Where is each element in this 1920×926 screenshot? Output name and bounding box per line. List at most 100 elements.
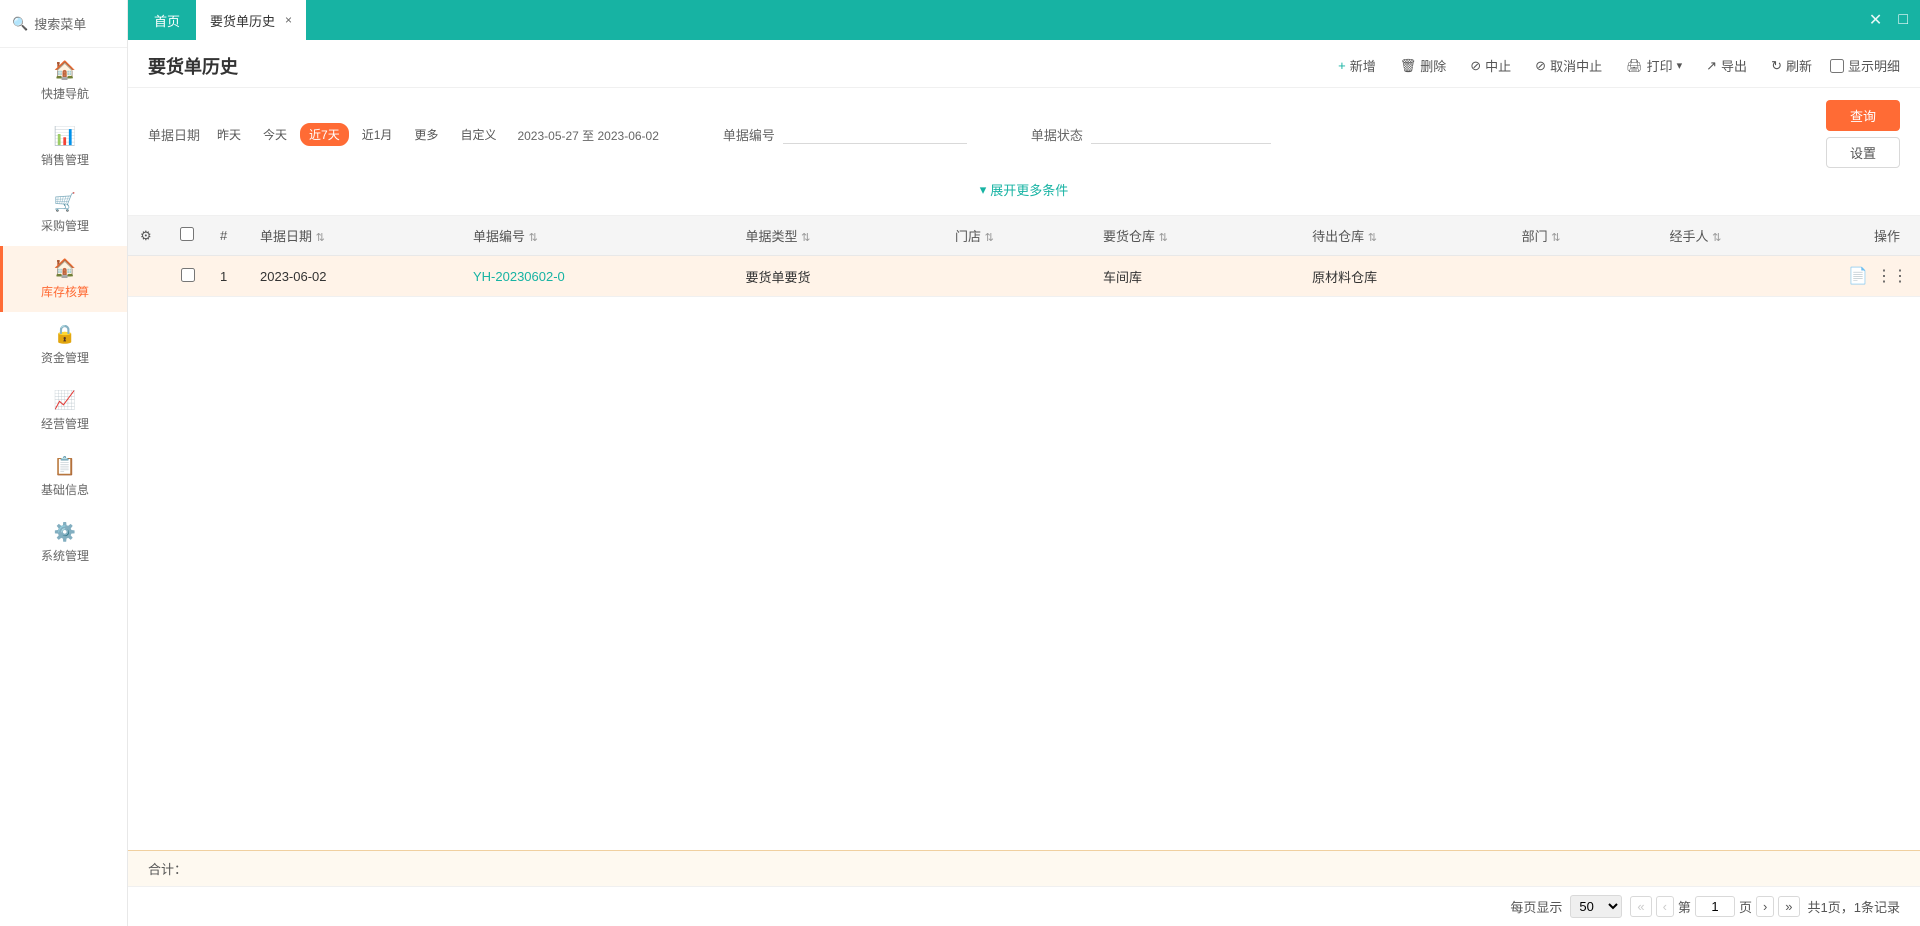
sidebar-search[interactable]: 🔍 搜索菜单 <box>0 0 127 48</box>
select-all-checkbox[interactable] <box>180 227 194 241</box>
row-num: 1 <box>208 256 248 297</box>
date-today-btn[interactable]: 今天 <box>254 123 296 146</box>
refresh-button[interactable]: ↻ 刷新 <box>1765 52 1818 79</box>
row-more-icon[interactable]: ⋮⋮ <box>1876 266 1908 286</box>
doc-number-link[interactable]: YH-20230602-0 <box>473 269 565 284</box>
col-action: 操作 <box>1836 216 1920 256</box>
table-header-row: ⚙ # 单据日期 ⇅ 单据编号 ⇅ 单据类型 <box>128 216 1920 256</box>
date-more-btn[interactable]: 更多 <box>405 123 447 146</box>
new-button-label: 新增 <box>1350 56 1376 75</box>
new-button[interactable]: + 新增 <box>1332 52 1382 79</box>
row-settings <box>128 256 168 297</box>
stop-button[interactable]: ⊘ 中止 <box>1464 52 1517 79</box>
print-icon: 🖨 <box>1626 58 1643 74</box>
total-info: 共1页，1条记录 <box>1808 897 1900 916</box>
col-req-warehouse[interactable]: 要货仓库 ⇅ <box>1091 216 1300 256</box>
restore-window-icon[interactable]: □ <box>1898 11 1908 29</box>
sidebar-item-basic[interactable]: 📋 基础信息 <box>0 444 127 510</box>
chart-icon: 📊 <box>54 126 76 147</box>
filter-status: 单据状态 <box>1031 124 1271 144</box>
sidebar-item-system[interactable]: ⚙️ 系统管理 <box>0 510 127 576</box>
date-buttons: 昨天 今天 近7天 近1月 更多 自定义 <box>208 123 505 146</box>
search-icon: 🔍 <box>12 16 28 32</box>
refresh-button-label: 刷新 <box>1786 56 1812 75</box>
doc-number-input[interactable] <box>783 124 967 144</box>
table-area: ⚙ # 单据日期 ⇅ 单据编号 ⇅ 单据类型 <box>128 216 1920 850</box>
date-yesterday-btn[interactable]: 昨天 <box>208 123 250 146</box>
sort-doc-number-icon: ⇅ <box>529 232 538 244</box>
delete-button-label: 删除 <box>1420 56 1446 75</box>
row-doc-number[interactable]: YH-20230602-0 <box>461 256 734 297</box>
col-pending-warehouse[interactable]: 待出仓库 ⇅ <box>1300 216 1510 256</box>
cancel-stop-button[interactable]: ⊘ 取消中止 <box>1529 52 1608 79</box>
col-settings[interactable]: ⚙ <box>128 216 168 256</box>
page-prefix: 第 <box>1678 897 1691 916</box>
row-checkbox-cell <box>168 256 208 297</box>
tab-requisition-history[interactable]: 要货单历史 × <box>196 0 306 40</box>
row-action-cell: 📄 ⋮⋮ <box>1836 256 1920 297</box>
col-shop[interactable]: 门店 ⇅ <box>943 216 1091 256</box>
next-page-button[interactable]: › <box>1756 896 1774 917</box>
display-cell-toggle[interactable] <box>1830 59 1844 73</box>
tab-close-icon[interactable]: × <box>285 13 292 27</box>
cart-icon: 🛒 <box>54 192 76 213</box>
sidebar-item-operation[interactable]: 📈 经营管理 <box>0 378 127 444</box>
sidebar-search-label: 搜索菜单 <box>34 14 86 33</box>
page-size-select[interactable]: 50 10 20 100 <box>1570 895 1622 918</box>
print-button[interactable]: 🖨 打印 ▾ <box>1620 52 1688 79</box>
row-doc-date: 2023-06-02 <box>248 256 461 297</box>
row-checkbox[interactable] <box>181 268 195 282</box>
prev-page-button[interactable]: ‹ <box>1656 896 1674 917</box>
operation-icon: 📈 <box>54 390 76 411</box>
sidebar-item-purchase[interactable]: 🛒 采购管理 <box>0 180 127 246</box>
row-actions: 📄 ⋮⋮ <box>1848 266 1908 286</box>
close-window-icon[interactable]: ✕ <box>1869 10 1882 30</box>
row-department <box>1510 256 1658 297</box>
date-last1m-btn[interactable]: 近1月 <box>353 123 402 146</box>
cancel-stop-button-label: 取消中止 <box>1550 56 1602 75</box>
date-custom-btn[interactable]: 自定义 <box>451 123 505 146</box>
print-button-label: 打印 <box>1647 56 1673 75</box>
export-button[interactable]: ↗ 导出 <box>1700 52 1753 79</box>
tab-home[interactable]: 首页 <box>140 0 194 40</box>
row-edit-icon[interactable]: 📄 <box>1848 266 1868 286</box>
status-select[interactable] <box>1091 124 1271 144</box>
sidebar-item-sales[interactable]: 📊 销售管理 <box>0 114 127 180</box>
filter-date: 单据日期 昨天 今天 近7天 近1月 更多 自定义 2023-05-27 至 2… <box>148 123 659 146</box>
display-cell-label: 显示明细 <box>1848 56 1900 75</box>
sidebar-item-inventory[interactable]: 🏠 库存核算 <box>0 246 127 312</box>
sidebar-item-finance[interactable]: 🔒 资金管理 <box>0 312 127 378</box>
row-shop <box>943 256 1091 297</box>
export-button-label: 导出 <box>1721 56 1747 75</box>
filter-settings-button[interactable]: 设置 <box>1826 137 1900 168</box>
expand-more[interactable]: ▾ 展开更多条件 <box>148 176 1900 203</box>
col-num: # <box>208 216 248 256</box>
col-department[interactable]: 部门 ⇅ <box>1510 216 1658 256</box>
sidebar-item-label: 库存核算 <box>41 283 89 300</box>
last-page-button[interactable]: » <box>1778 896 1799 917</box>
table-row: 1 2023-06-02 YH-20230602-0 要货单要货 车间库 原材料… <box>128 256 1920 297</box>
col-doc-number[interactable]: 单据编号 ⇅ <box>461 216 734 256</box>
sidebar-item-label: 快捷导航 <box>41 85 89 102</box>
col-doc-type[interactable]: 单据类型 ⇅ <box>734 216 944 256</box>
page-suffix: 页 <box>1739 897 1752 916</box>
delete-button[interactable]: 🗑 删除 <box>1394 52 1453 79</box>
sidebar-item-label: 经营管理 <box>41 415 89 432</box>
first-page-button[interactable]: « <box>1630 896 1651 917</box>
sidebar-item-label: 系统管理 <box>41 547 89 564</box>
lock-icon: 🔒 <box>54 324 76 345</box>
display-cell-checkbox[interactable]: 显示明细 <box>1830 56 1900 75</box>
query-button[interactable]: 查询 <box>1826 100 1900 131</box>
row-req-warehouse: 车间库 <box>1091 256 1300 297</box>
date-last7-btn[interactable]: 近7天 <box>300 123 349 146</box>
expand-more-label: 展开更多条件 <box>990 180 1068 199</box>
date-range-display: 2023-05-27 至 2023-06-02 <box>517 127 658 144</box>
pagination-bar: 每页显示 50 10 20 100 « ‹ 第 页 › » 共1页，1条记录 <box>128 886 1920 926</box>
sidebar-item-quick-nav[interactable]: 🏠 快捷导航 <box>0 48 127 114</box>
col-doc-date[interactable]: 单据日期 ⇅ <box>248 216 461 256</box>
sidebar-item-label: 销售管理 <box>41 151 89 168</box>
topbar-tabs: 首页 要货单历史 × <box>140 0 306 40</box>
page-number-input[interactable] <box>1695 896 1735 917</box>
sidebar-item-label: 基础信息 <box>41 481 89 498</box>
col-handler[interactable]: 经手人 ⇅ <box>1658 216 1837 256</box>
